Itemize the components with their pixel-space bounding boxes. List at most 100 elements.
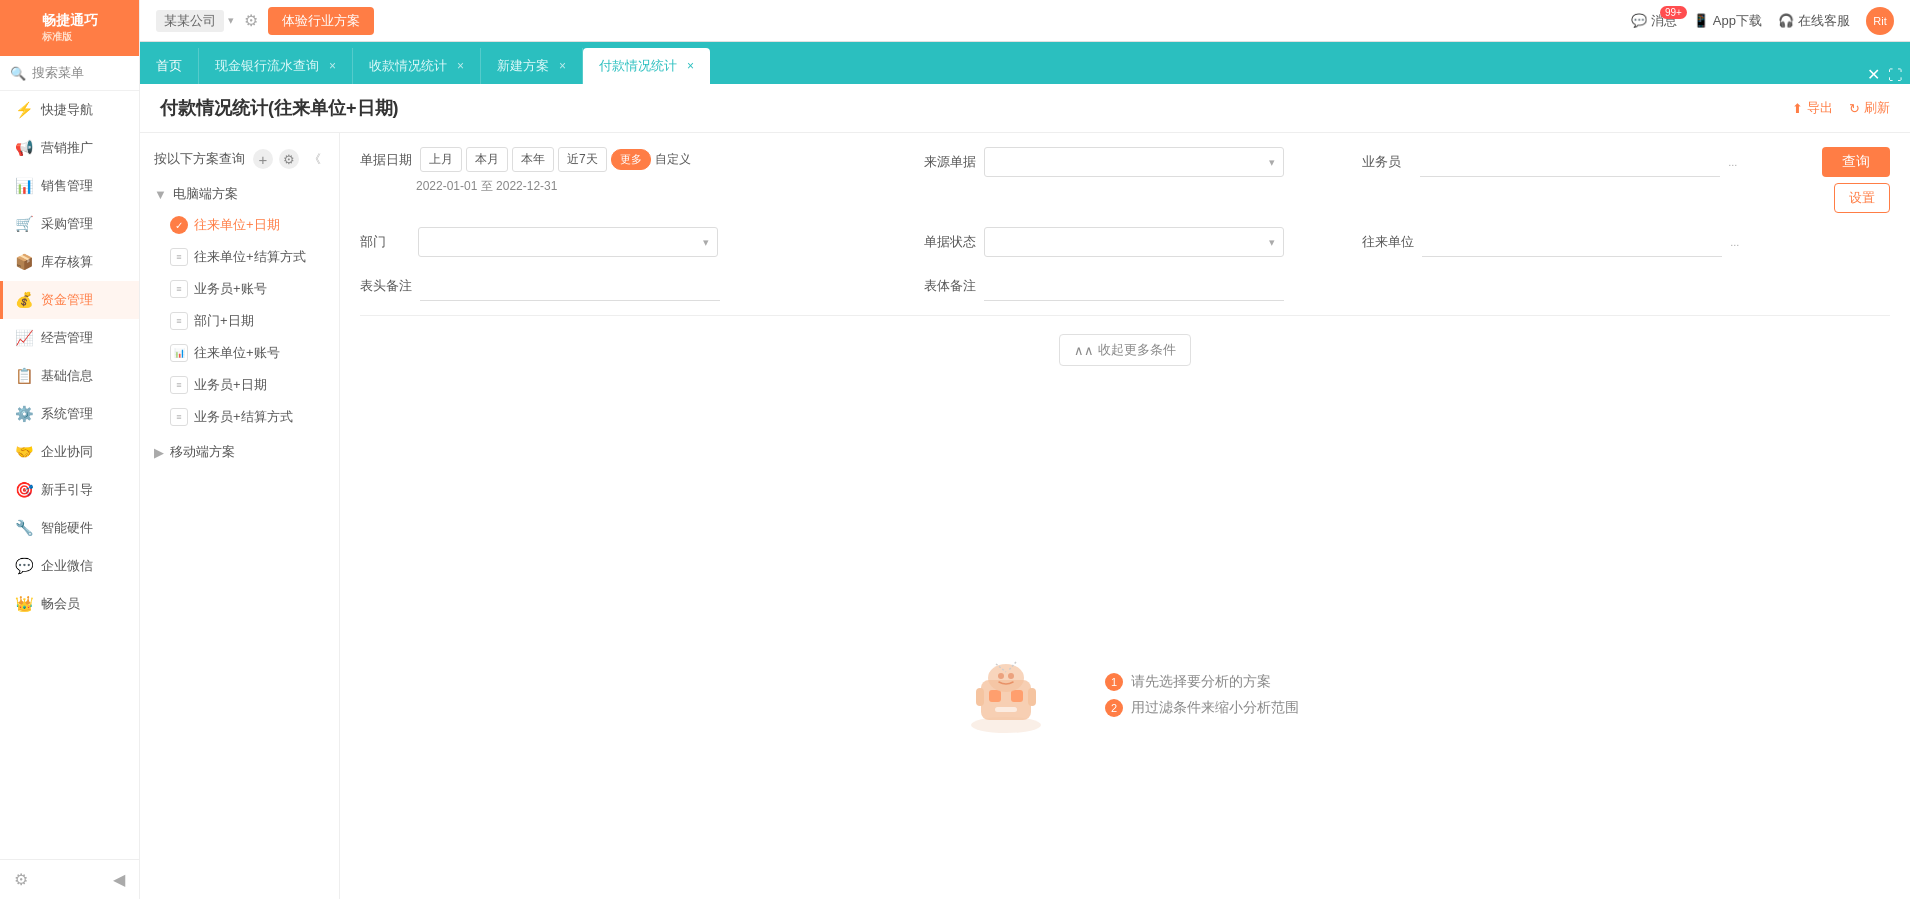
filter-settings-btn[interactable]: 设置 bbox=[1834, 183, 1890, 213]
tab-payment[interactable]: 付款情况统计 × bbox=[583, 48, 710, 84]
scheme-item-dept-date[interactable]: ≡ 部门+日期 bbox=[156, 305, 339, 337]
sidebar-item-guide[interactable]: 🎯 新手引导 bbox=[0, 471, 139, 509]
sidebar: 畅捷通巧 标准版 🔍 搜索菜单 ⚡ 快捷导航 📢 营销推广 📊 销售管理 🛒 采… bbox=[0, 0, 140, 899]
collapse-more-btn[interactable]: ∧∧ 收起更多条件 bbox=[1059, 334, 1191, 366]
sidebar-item-wechat[interactable]: 💬 企业微信 bbox=[0, 547, 139, 585]
tab-new-scheme-close-icon[interactable]: × bbox=[559, 59, 566, 73]
scheme-settings-btn[interactable]: ⚙ bbox=[279, 149, 299, 169]
note-header-item: 表头备注 bbox=[360, 271, 908, 301]
partner-input[interactable] bbox=[1422, 227, 1722, 257]
sidebar-item-purchase[interactable]: 🛒 采购管理 bbox=[0, 205, 139, 243]
company-selector[interactable]: 某某公司 ▾ bbox=[156, 10, 234, 32]
tab-collection[interactable]: 收款情况统计 × bbox=[353, 48, 481, 84]
source-select[interactable]: ▾ bbox=[984, 147, 1284, 177]
refresh-label: 刷新 bbox=[1864, 99, 1890, 117]
tip-num-1: 1 bbox=[1105, 673, 1123, 691]
tab-new-scheme[interactable]: 新建方案 × bbox=[481, 48, 583, 84]
sidebar-item-member[interactable]: 👑 畅会员 bbox=[0, 585, 139, 623]
dept-select[interactable]: ▾ bbox=[418, 227, 718, 257]
scheme-item-label: 往来单位+账号 bbox=[194, 344, 280, 362]
page-title: 付款情况统计(往来单位+日期) bbox=[160, 96, 399, 120]
tab-home[interactable]: 首页 bbox=[140, 48, 199, 84]
online-service-btn[interactable]: 🎧 在线客服 bbox=[1778, 12, 1850, 30]
sidebar-item-quick-nav[interactable]: ⚡ 快捷导航 bbox=[0, 91, 139, 129]
scheme-item-unit-date[interactable]: ✓ 往来单位+日期 bbox=[156, 209, 339, 241]
scheme-item-label: 业务员+结算方式 bbox=[194, 408, 293, 426]
date-btn-last-7days[interactable]: 近7天 bbox=[558, 147, 607, 172]
empty-text: 1 请先选择要分析的方案 2 用过滤条件来缩小分析范围 bbox=[1105, 673, 1299, 717]
sidebar-item-operation[interactable]: 📈 经营管理 bbox=[0, 319, 139, 357]
sidebar-item-marketing[interactable]: 📢 营销推广 bbox=[0, 129, 139, 167]
scheme-item-label: 往来单位+结算方式 bbox=[194, 248, 306, 266]
salesman-input[interactable] bbox=[1420, 147, 1720, 177]
scheme-item-salesman-date[interactable]: ≡ 业务员+日期 bbox=[156, 369, 339, 401]
query-btn[interactable]: 查询 bbox=[1822, 147, 1890, 177]
status-select[interactable]: ▾ bbox=[984, 227, 1284, 257]
message-btn[interactable]: 💬 消息 99+ bbox=[1631, 12, 1677, 30]
sidebar-bottom: ⚙ ◀ bbox=[0, 859, 139, 899]
tab-payment-close-icon[interactable]: × bbox=[687, 59, 694, 73]
note-body-input[interactable] bbox=[984, 271, 1284, 301]
sidebar-item-label: 基础信息 bbox=[41, 367, 93, 385]
filter-panel: 单据日期 上月 本月 本年 近7天 更多 自定义 bbox=[340, 133, 1910, 490]
scheme-collapse-btn[interactable]: 《 bbox=[305, 149, 325, 169]
settings-bottom-icon[interactable]: ⚙ bbox=[14, 870, 28, 889]
sidebar-search[interactable]: 🔍 搜索菜单 bbox=[0, 56, 139, 91]
sidebar-item-system[interactable]: ⚙️ 系统管理 bbox=[0, 395, 139, 433]
svg-point-9 bbox=[1008, 673, 1014, 679]
scheme-desktop-group: ▼ 电脑端方案 ✓ 往来单位+日期 ≡ 往来单位+结算方式 ≡ bbox=[140, 179, 339, 433]
header-settings-icon[interactable]: ⚙ bbox=[244, 11, 258, 30]
tab-maximize-icon[interactable]: ⛶ bbox=[1888, 67, 1902, 83]
dept-label: 部门 bbox=[360, 233, 410, 251]
user-avatar[interactable]: Rit bbox=[1866, 7, 1894, 35]
service-icon: 🎧 bbox=[1778, 13, 1794, 28]
date-range-text: 2022-01-01 至 2022-12-31 bbox=[416, 179, 557, 193]
date-btn-last-month[interactable]: 上月 bbox=[420, 147, 462, 172]
logo-sub: 标准版 bbox=[42, 30, 98, 44]
refresh-icon: ↻ bbox=[1849, 101, 1860, 116]
tab-collection-close-icon[interactable]: × bbox=[457, 59, 464, 73]
svg-point-7 bbox=[988, 664, 1024, 692]
sidebar-item-basic[interactable]: 📋 基础信息 bbox=[0, 357, 139, 395]
chevron-down-icon: ▼ bbox=[154, 187, 167, 202]
scheme-item-unit-account[interactable]: 📊 往来单位+账号 bbox=[156, 337, 339, 369]
basic-icon: 📋 bbox=[15, 367, 33, 385]
date-btn-this-year[interactable]: 本年 bbox=[512, 147, 554, 172]
scheme-item-salesman-settle[interactable]: ≡ 业务员+结算方式 bbox=[156, 401, 339, 433]
date-btn-this-month[interactable]: 本月 bbox=[466, 147, 508, 172]
tab-bank-close-icon[interactable]: × bbox=[329, 59, 336, 73]
sidebar-item-enterprise[interactable]: 🤝 企业协同 bbox=[0, 433, 139, 471]
scheme-item-unit-settle[interactable]: ≡ 往来单位+结算方式 bbox=[156, 241, 339, 273]
scheme-item-label: 业务员+账号 bbox=[194, 280, 267, 298]
logo-text: 畅捷通巧 bbox=[42, 12, 98, 30]
industry-btn[interactable]: 体验行业方案 bbox=[268, 7, 374, 35]
partner-filter-item: 往来单位 ... bbox=[1362, 227, 1784, 257]
scheme-mobile-group-title[interactable]: ▶ 移动端方案 bbox=[140, 437, 339, 467]
empty-tip-2: 2 用过滤条件来缩小分析范围 bbox=[1105, 699, 1299, 717]
partner-more-icon[interactable]: ... bbox=[1730, 236, 1739, 248]
scheme-add-btn[interactable]: + bbox=[253, 149, 273, 169]
home-label: 首页 bbox=[156, 57, 182, 75]
scheme-item-salesman-account[interactable]: ≡ 业务员+账号 bbox=[156, 273, 339, 305]
collapse-sidebar-icon[interactable]: ◀ bbox=[113, 870, 125, 889]
sidebar-item-fund[interactable]: 💰 资金管理 bbox=[0, 281, 139, 319]
salesman-more-icon[interactable]: ... bbox=[1728, 156, 1737, 168]
inventory-icon: 📦 bbox=[15, 253, 33, 271]
scheme-desktop-group-title[interactable]: ▼ 电脑端方案 bbox=[140, 179, 339, 209]
export-btn[interactable]: ⬆ 导出 bbox=[1792, 99, 1833, 117]
scheme-mobile-group: ▶ 移动端方案 bbox=[140, 437, 339, 467]
user-name: Rit bbox=[1873, 15, 1886, 27]
tab-bank[interactable]: 现金银行流水查询 × bbox=[199, 48, 353, 84]
sidebar-item-sales[interactable]: 📊 销售管理 bbox=[0, 167, 139, 205]
svg-rect-2 bbox=[989, 690, 1001, 702]
note-header-input[interactable] bbox=[420, 271, 720, 301]
refresh-btn[interactable]: ↻ 刷新 bbox=[1849, 99, 1890, 117]
sidebar-item-hardware[interactable]: 🔧 智能硬件 bbox=[0, 509, 139, 547]
sidebar-item-inventory[interactable]: 📦 库存核算 bbox=[0, 243, 139, 281]
tab-close-all-icon[interactable]: ✕ bbox=[1867, 65, 1880, 84]
scheme-sq-icon: ≡ bbox=[170, 408, 188, 426]
mobile-group-label: 移动端方案 bbox=[170, 443, 235, 461]
date-custom-btn[interactable]: 自定义 bbox=[655, 151, 691, 168]
date-btn-more[interactable]: 更多 bbox=[611, 149, 651, 170]
app-download-btn[interactable]: 📱 App下载 bbox=[1693, 12, 1762, 30]
